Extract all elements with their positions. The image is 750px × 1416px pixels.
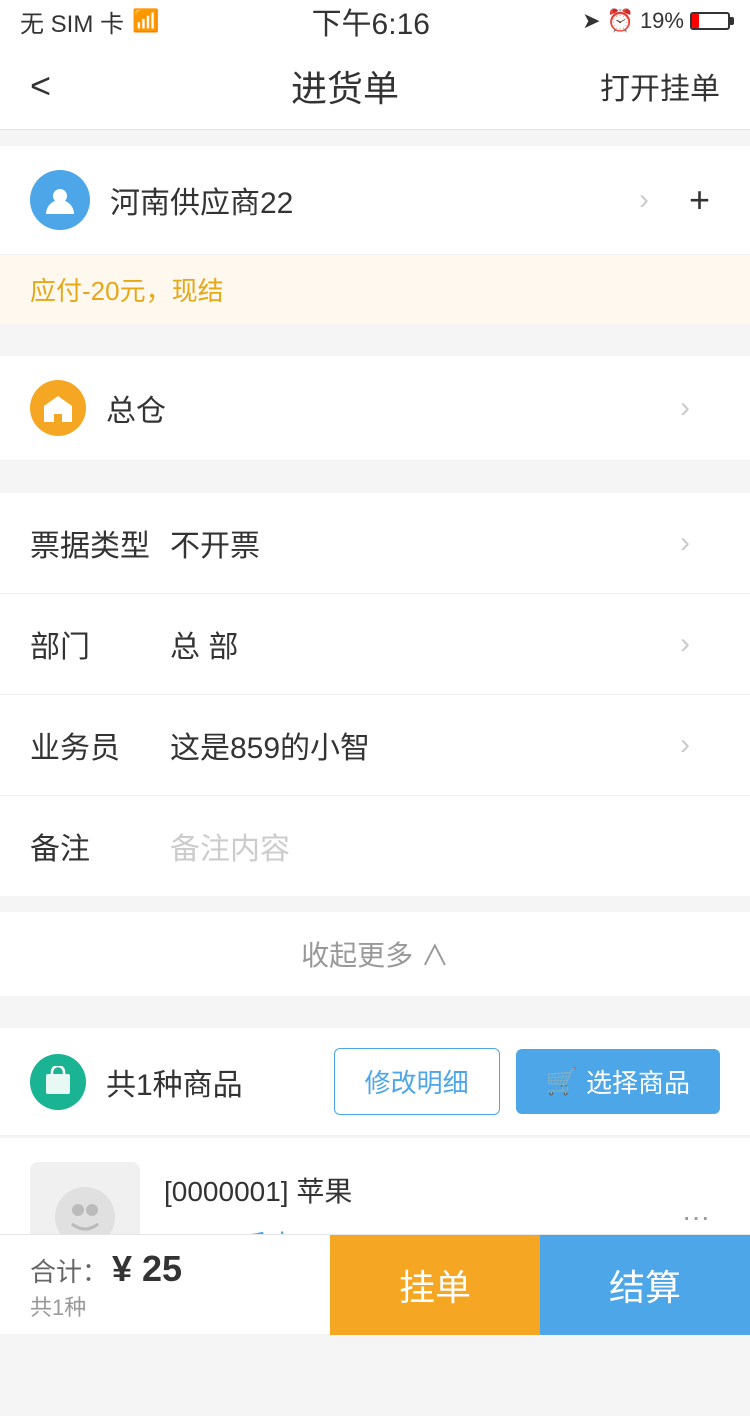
battery-percentage: 19% (640, 8, 684, 34)
open-pending-button[interactable]: 打开挂单 (600, 64, 720, 108)
select-product-label: 选择商品 (586, 1063, 690, 1100)
invoice-type-value: 不开票 (150, 521, 680, 565)
section-divider-3 (0, 461, 750, 477)
collapse-row[interactable]: 收起更多 ∧ (0, 912, 750, 996)
payment-notice: 应付-20元，现结 (0, 255, 750, 324)
product-code: [0000001] (164, 1176, 289, 1207)
product-count: 共1种商品 (106, 1060, 334, 1104)
department-label: 部门 (30, 622, 150, 666)
add-button[interactable]: + (679, 179, 720, 221)
location-icon: ➤ (582, 8, 600, 34)
remark-row[interactable]: 备注 备注内容 (0, 796, 750, 896)
product-header: 共1种商品 修改明细 🛒 选择商品 (0, 1028, 750, 1136)
salesman-value: 这是859的小智 (150, 723, 680, 767)
status-bar-time: 下午6:16 (312, 0, 430, 43)
supplier-card: 河南供应商22 › + 应付-20元，现结 (0, 146, 750, 324)
battery-icon (690, 12, 730, 30)
warehouse-icon (30, 380, 86, 436)
section-divider-4 (0, 996, 750, 1012)
back-button[interactable]: < (30, 65, 90, 107)
bottom-bar: 合计： ¥ 25 共1种 挂单 结算 (0, 1234, 750, 1334)
select-product-button[interactable]: 🛒 选择商品 (516, 1049, 720, 1114)
department-value: 总 部 (150, 622, 680, 666)
alarm-icon: ⏰ (607, 8, 634, 34)
department-chevron-icon: › (680, 627, 690, 661)
department-row[interactable]: 部门 总 部 › (0, 594, 750, 695)
page-title: 进货单 (291, 60, 399, 112)
total-count: 共1种 (30, 1290, 300, 1322)
total-section: 合计： ¥ 25 共1种 (0, 1248, 330, 1322)
warehouse-name: 总仓 (106, 386, 680, 430)
carrier-text: 无 SIM 卡 (20, 4, 124, 39)
invoice-type-row[interactable]: 票据类型 不开票 › (0, 493, 750, 594)
invoice-type-label: 票据类型 (30, 521, 150, 565)
salesman-chevron-icon: › (680, 728, 690, 762)
warehouse-chevron-icon: › (680, 391, 690, 425)
edit-details-button[interactable]: 修改明细 (334, 1048, 500, 1115)
remark-input[interactable]: 备注内容 (150, 824, 720, 868)
invoice-type-chevron-icon: › (680, 526, 690, 560)
total-label: 合计： (30, 1252, 108, 1289)
remark-label: 备注 (30, 824, 150, 868)
warehouse-row[interactable]: 总仓 › (0, 356, 750, 461)
product-name: [0000001] 苹果 (164, 1170, 672, 1210)
form-section: 票据类型 不开票 › 部门 总 部 › 业务员 这是859的小智 › 备注 备注… (0, 493, 750, 896)
cart-icon: 🛒 (546, 1066, 578, 1097)
nav-bar: < 进货单 打开挂单 (0, 42, 750, 130)
salesman-label: 业务员 (30, 723, 150, 767)
wifi-icon: 📶 (132, 8, 159, 34)
section-divider-2 (0, 324, 750, 340)
salesman-row[interactable]: 业务员 这是859的小智 › (0, 695, 750, 796)
checkout-button[interactable]: 结算 (540, 1235, 750, 1335)
section-divider-1 (0, 130, 750, 146)
total-amount: ¥ 25 (112, 1248, 182, 1290)
supplier-name: 河南供应商22 (110, 178, 639, 222)
status-bar-left: 无 SIM 卡 📶 (20, 4, 159, 39)
suspend-button[interactable]: 挂单 (330, 1235, 540, 1335)
status-bar-right: ➤ ⏰ 19% (582, 8, 730, 34)
status-bar: 无 SIM 卡 📶 下午6:16 ➤ ⏰ 19% (0, 0, 750, 42)
supplier-chevron-icon: › (639, 183, 649, 217)
product-title: 苹果 (296, 1176, 352, 1207)
supplier-avatar (30, 170, 90, 230)
product-icon (30, 1054, 86, 1110)
supplier-row[interactable]: 河南供应商22 › + (0, 146, 750, 255)
